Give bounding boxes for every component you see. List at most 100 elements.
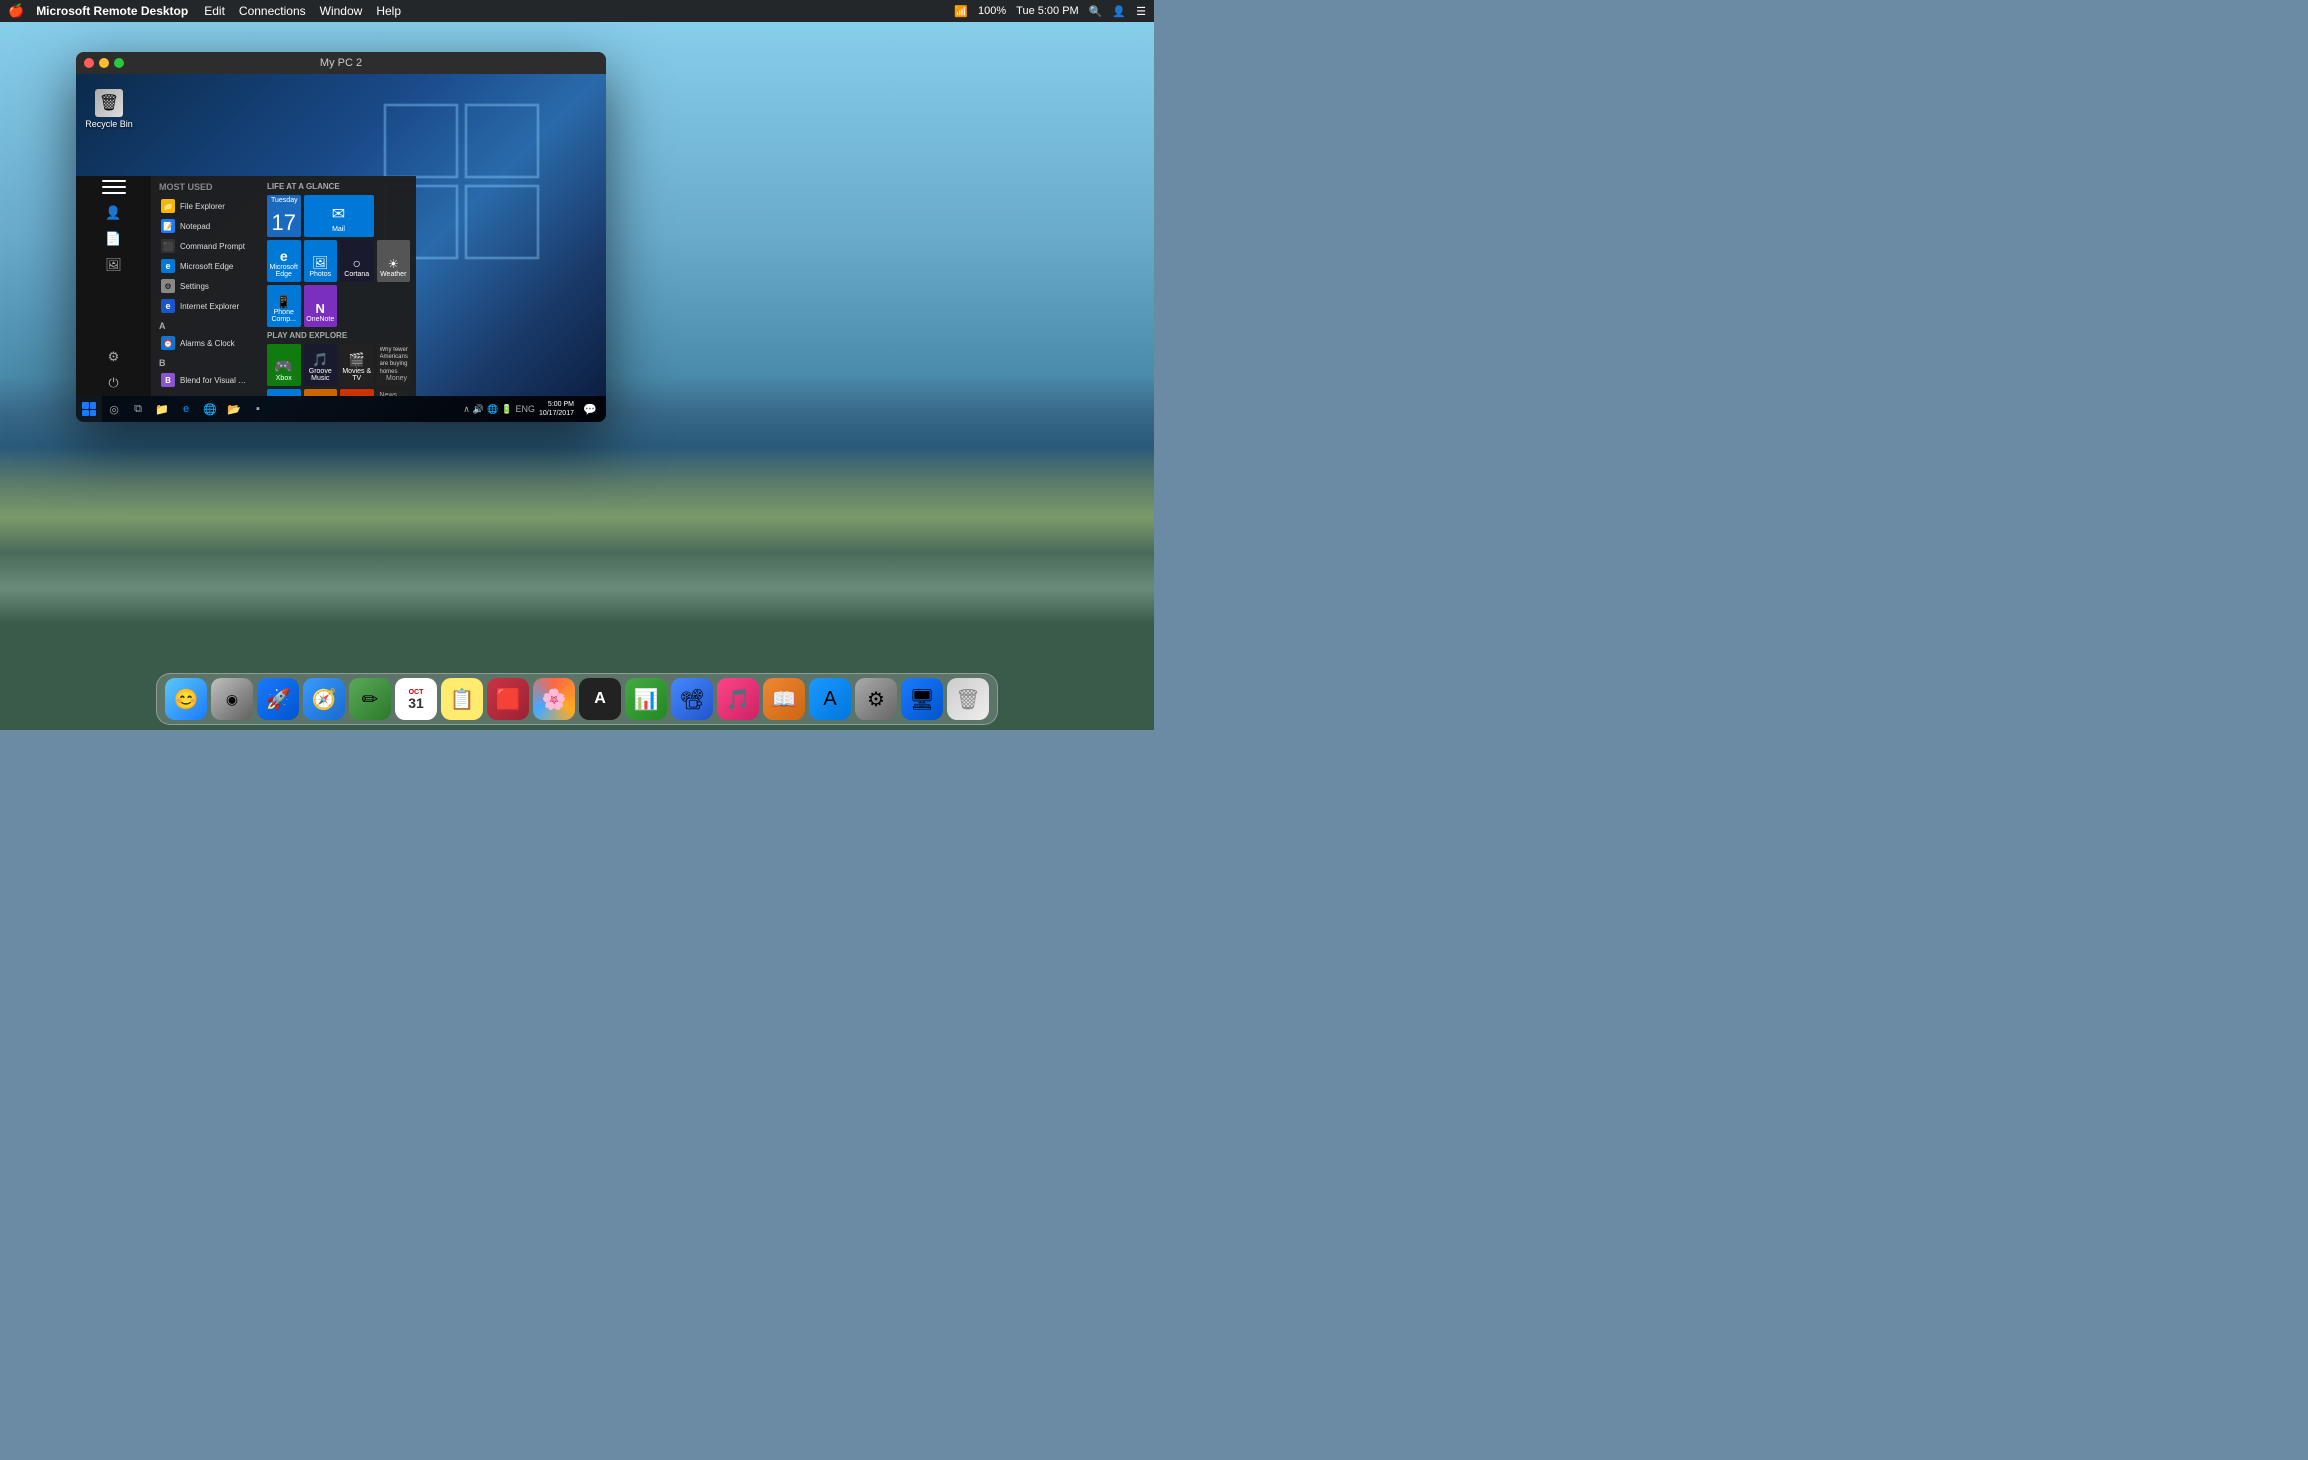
tile-photos[interactable]: 🖼 Photos xyxy=(304,240,338,282)
menu-icon[interactable]: ☰ xyxy=(1136,5,1146,18)
dock-stickies[interactable]: 📋 xyxy=(441,678,483,720)
dock-ibooks[interactable]: 📖 xyxy=(763,678,805,720)
dock-remote-desktop[interactable]: 🖥 xyxy=(901,678,943,720)
taskbar-clock[interactable]: 5:00 PM 10/17/2017 xyxy=(539,400,574,418)
tile-cortana[interactable]: ○ Cortana xyxy=(340,240,374,282)
start-button[interactable] xyxy=(76,396,102,422)
start-menu-tiles: Life at a glance Tuesday 17 ✉ Mail xyxy=(261,176,416,396)
taskbar-date: 10/17/2017 xyxy=(539,409,574,418)
taskbar-file-explorer[interactable]: 📁 xyxy=(150,396,174,422)
weather-icon: ☀ xyxy=(388,257,399,271)
recycle-bin-icon: 🗑 xyxy=(95,89,123,117)
start-nav-power[interactable]: ⏻ xyxy=(76,370,151,396)
wifi-icon: 📶 xyxy=(954,5,968,18)
dock-safari[interactable]: 🧭 xyxy=(303,678,345,720)
app-name: Microsoft Remote Desktop xyxy=(36,4,188,18)
dock-pixelmator[interactable]: ✏ xyxy=(349,678,391,720)
app-item-command-prompt[interactable]: ⬛ Command Prompt xyxy=(159,236,253,256)
hamburger-menu-button[interactable] xyxy=(102,180,126,194)
start-nav-user[interactable]: 👤 xyxy=(76,200,151,226)
taskbar-news[interactable]: 🌐 xyxy=(198,396,222,422)
menu-edit[interactable]: Edit xyxy=(204,4,225,18)
taskbar-network-icon[interactable]: 🌐 xyxy=(487,404,498,415)
dock-siri[interactable]: ◉ xyxy=(211,678,253,720)
taskbar-terminal[interactable]: ▪ xyxy=(246,396,270,422)
dock-mosaic[interactable]: 🟥 xyxy=(487,678,529,720)
calendar-day: Tuesday xyxy=(271,197,298,204)
taskbar-notifications[interactable]: 💬 xyxy=(578,396,602,422)
taskbar-edge[interactable]: e xyxy=(174,396,198,422)
dock-photos[interactable]: 🌸 xyxy=(533,678,575,720)
tile-phone-companion[interactable]: 📱 Phone Comp... xyxy=(267,285,301,327)
tile-solitaire[interactable]: 🃏 Microsoft Solitaire xyxy=(304,389,338,396)
battery-status: 100% xyxy=(978,5,1006,17)
dock-finder[interactable]: 😊 xyxy=(165,678,207,720)
app-item-notepad[interactable]: 📝 Notepad xyxy=(159,216,253,236)
windows-logo-icon xyxy=(82,402,96,416)
movies-tv-label: Movies & TV xyxy=(340,368,374,383)
app-item-microsoft-edge[interactable]: e Microsoft Edge xyxy=(159,256,253,276)
window-maximize-button[interactable] xyxy=(114,58,124,68)
app-item-internet-explorer[interactable]: e Internet Explorer xyxy=(159,296,253,316)
tile-mail[interactable]: ✉ Mail xyxy=(304,195,374,237)
menu-connections[interactable]: Connections xyxy=(239,4,306,18)
notepad-icon: 📝 xyxy=(161,219,175,233)
tile-edge[interactable]: e Microsoft Edge xyxy=(267,240,301,282)
window-minimize-button[interactable] xyxy=(99,58,109,68)
dock-keynote[interactable]: 📽 xyxy=(671,678,713,720)
command-prompt-icon: ⬛ xyxy=(161,239,175,253)
menu-help[interactable]: Help xyxy=(376,4,401,18)
money-text: Why fewer Americans are buying homes xyxy=(380,347,408,375)
calendar-date: 17 xyxy=(272,212,296,234)
dock-numbers[interactable]: 📊 xyxy=(625,678,667,720)
taskbar-battery-icon[interactable]: 🔋 xyxy=(501,404,512,415)
start-nav-documents[interactable]: 📄 xyxy=(76,226,151,252)
search-icon[interactable]: 🔍 xyxy=(1089,5,1103,18)
alpha-b: B xyxy=(159,358,253,368)
tile-movies-tv[interactable]: 🎬 Movies & TV xyxy=(340,344,374,386)
dock-itunes[interactable]: 🎵 xyxy=(717,678,759,720)
tile-onenote[interactable]: N OneNote xyxy=(304,285,338,327)
tile-store[interactable]: 🛍 Store xyxy=(267,389,301,396)
app-item-alarms[interactable]: ⏰ Alarms & Clock xyxy=(159,333,253,353)
start-nav-settings[interactable]: ⚙ xyxy=(76,344,151,370)
alarms-icon: ⏰ xyxy=(161,336,175,350)
mac-menu-items: Edit Connections Window Help xyxy=(204,4,401,18)
taskbar-folder[interactable]: 📂 xyxy=(222,396,246,422)
user-icon[interactable]: 👤 xyxy=(1112,5,1126,18)
menubar-right: 📶 100% Tue 5:00 PM 🔍 👤 ☰ xyxy=(954,5,1146,18)
tile-weather[interactable]: ☀ Weather xyxy=(377,240,411,282)
play-tiles-grid: 🎮 Xbox 🎵 Groove Music 🎬 Movies & TV xyxy=(267,344,410,396)
dock-launchpad[interactable]: 🚀 xyxy=(257,678,299,720)
dock-app-store[interactable]: A xyxy=(809,678,851,720)
taskbar-volume-icon[interactable]: 🔊 xyxy=(473,404,484,415)
taskbar-task-view[interactable]: ⧉ xyxy=(126,396,150,422)
apple-logo-icon[interactable]: 🍎 xyxy=(8,3,24,19)
cortana-icon: ○ xyxy=(353,255,361,271)
mac-dock: 😊 ◉ 🚀 🧭 ✏ OCT 31 📋 🟥 🌸 A 📊 📽 🎵 📖 A ⚙ 🖥 🗑 xyxy=(156,673,998,725)
remote-desktop-window[interactable]: My PC 2 🗑 xyxy=(76,52,606,422)
alpha-a: A xyxy=(159,321,253,331)
internet-explorer-label: Internet Explorer xyxy=(180,302,239,311)
taskbar-search[interactable]: ◎ xyxy=(102,396,126,422)
taskbar-chevron-icon[interactable]: ∧ xyxy=(463,404,470,415)
tile-groove-music[interactable]: 🎵 Groove Music xyxy=(304,344,338,386)
tile-xbox[interactable]: 🎮 Xbox xyxy=(267,344,301,386)
window-close-button[interactable] xyxy=(84,58,94,68)
recycle-bin[interactable]: 🗑 Recycle Bin xyxy=(84,89,134,129)
dock-ia-writer[interactable]: A xyxy=(579,678,621,720)
tile-money[interactable]: Why fewer Americans are buying homes Mon… xyxy=(377,344,411,386)
command-prompt-label: Command Prompt xyxy=(180,242,245,251)
start-nav-pictures[interactable]: 🖼 xyxy=(76,252,151,278)
tile-get-office[interactable]: A Get Office xyxy=(340,389,374,396)
app-item-blend[interactable]: B Blend for Visual Studio 2015 xyxy=(159,370,253,390)
dock-trash[interactable]: 🗑 xyxy=(947,678,989,720)
dock-system-preferences[interactable]: ⚙ xyxy=(855,678,897,720)
app-item-settings[interactable]: ⚙ Settings xyxy=(159,276,253,296)
dock-calendar[interactable]: OCT 31 xyxy=(395,678,437,720)
tile-calendar[interactable]: Tuesday 17 xyxy=(267,195,301,237)
app-item-file-explorer[interactable]: 📁 File Explorer xyxy=(159,196,253,216)
alarms-label: Alarms & Clock xyxy=(180,339,235,348)
tile-news[interactable]: News xyxy=(377,389,411,396)
menu-window[interactable]: Window xyxy=(320,4,363,18)
